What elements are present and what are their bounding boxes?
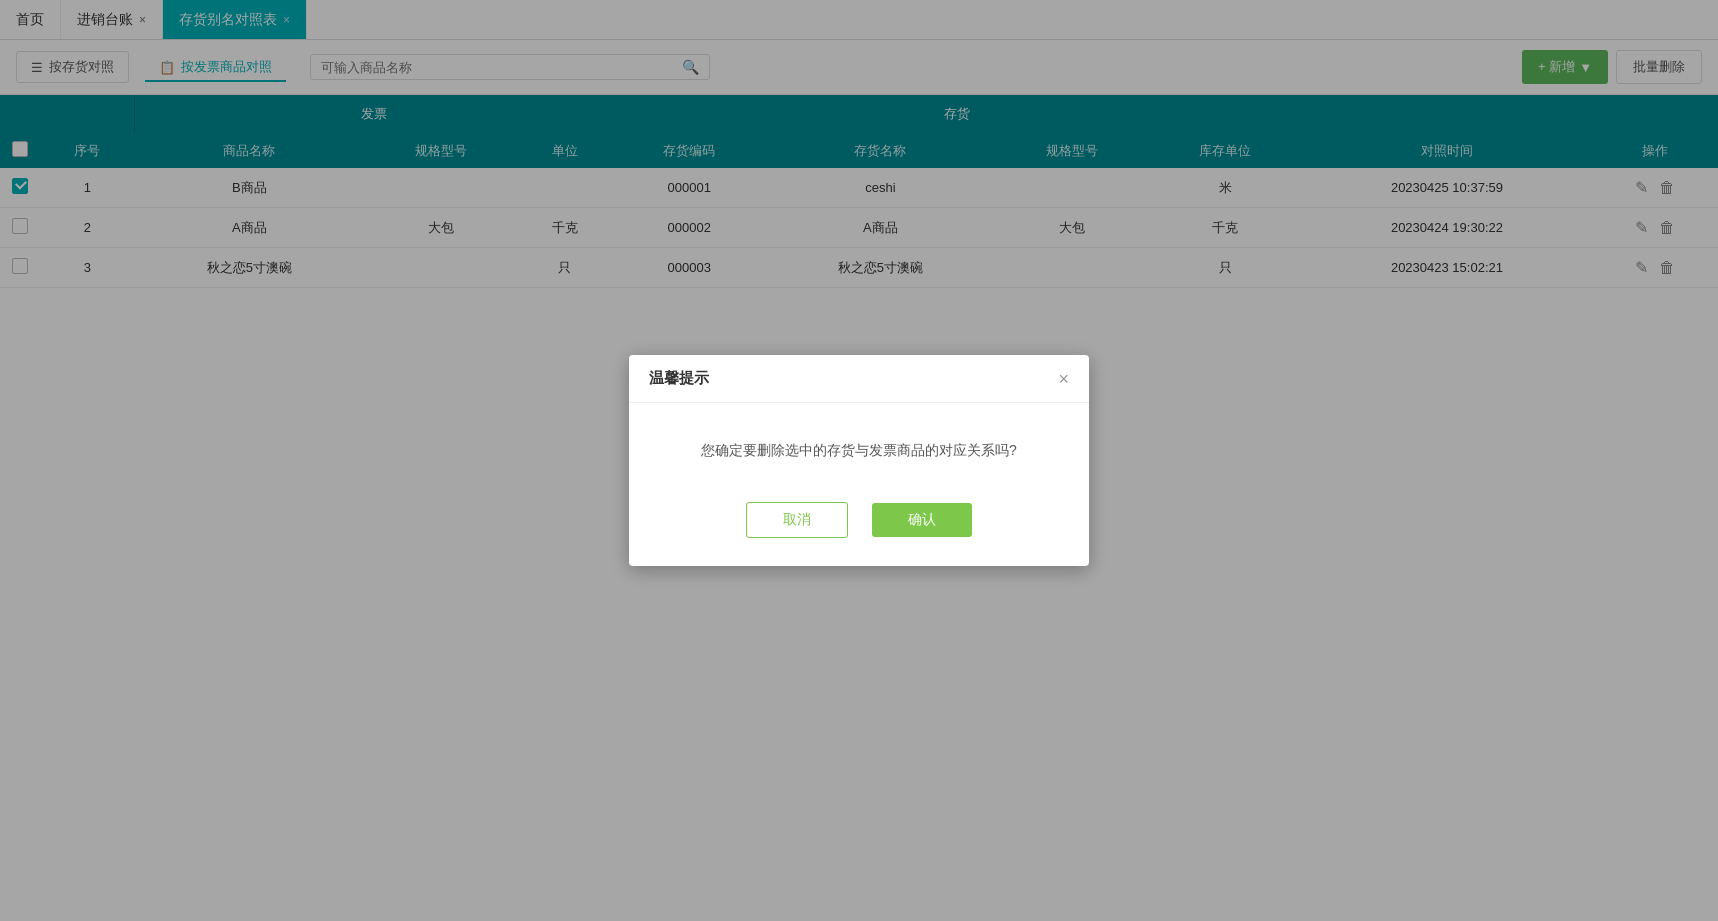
- cancel-label: 取消: [783, 511, 811, 527]
- cancel-button[interactable]: 取消: [746, 502, 848, 538]
- confirm-label: 确认: [908, 511, 936, 527]
- dialog-title: 温馨提示: [649, 369, 709, 388]
- dialog-message: 您确定要删除选中的存货与发票商品的对应关系吗?: [701, 442, 1017, 458]
- modal-overlay: 温馨提示 × 您确定要删除选中的存货与发票商品的对应关系吗? 取消 确认: [0, 0, 1718, 921]
- dialog-body: 您确定要删除选中的存货与发票商品的对应关系吗?: [629, 403, 1089, 485]
- confirm-button[interactable]: 确认: [872, 503, 972, 537]
- dialog-header: 温馨提示 ×: [629, 355, 1089, 403]
- confirm-dialog: 温馨提示 × 您确定要删除选中的存货与发票商品的对应关系吗? 取消 确认: [629, 355, 1089, 565]
- dialog-close-btn[interactable]: ×: [1058, 370, 1069, 388]
- dialog-footer: 取消 确认: [629, 486, 1089, 566]
